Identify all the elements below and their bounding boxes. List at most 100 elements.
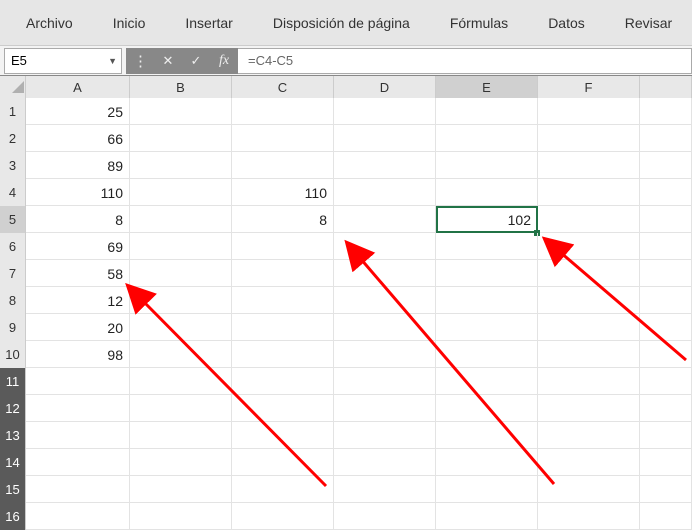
cell-B5[interactable] xyxy=(130,206,232,233)
cell-G13[interactable] xyxy=(640,422,692,449)
cell-D14[interactable] xyxy=(334,449,436,476)
cell-C11[interactable] xyxy=(232,368,334,395)
cell-C5[interactable]: 8 xyxy=(232,206,334,233)
cell-E14[interactable] xyxy=(436,449,538,476)
cell-B6[interactable] xyxy=(130,233,232,260)
cell-E12[interactable] xyxy=(436,395,538,422)
cell-C14[interactable] xyxy=(232,449,334,476)
row-header-10[interactable]: 10 xyxy=(0,341,26,368)
cell-G5[interactable] xyxy=(640,206,692,233)
cell-D1[interactable] xyxy=(334,98,436,125)
cell-C2[interactable] xyxy=(232,125,334,152)
tab-archivo[interactable]: Archivo xyxy=(8,9,91,37)
cell-E13[interactable] xyxy=(436,422,538,449)
cell-A6[interactable]: 69 xyxy=(26,233,130,260)
cell-B16[interactable] xyxy=(130,503,232,530)
cell-E11[interactable] xyxy=(436,368,538,395)
cell-A12[interactable] xyxy=(26,395,130,422)
cell-E2[interactable] xyxy=(436,125,538,152)
cell-A2[interactable]: 66 xyxy=(26,125,130,152)
cell-F8[interactable] xyxy=(538,287,640,314)
cell-B10[interactable] xyxy=(130,341,232,368)
cell-E10[interactable] xyxy=(436,341,538,368)
tab-revisar[interactable]: Revisar xyxy=(607,9,690,37)
cell-G6[interactable] xyxy=(640,233,692,260)
cell-F3[interactable] xyxy=(538,152,640,179)
tab-datos[interactable]: Datos xyxy=(530,9,603,37)
cell-C12[interactable] xyxy=(232,395,334,422)
cell-G9[interactable] xyxy=(640,314,692,341)
cell-E16[interactable] xyxy=(436,503,538,530)
cell-B15[interactable] xyxy=(130,476,232,503)
cell-C10[interactable] xyxy=(232,341,334,368)
row-header-13[interactable]: 13 xyxy=(0,422,26,449)
cell-G15[interactable] xyxy=(640,476,692,503)
cell-C4[interactable]: 110 xyxy=(232,179,334,206)
tab-inicio[interactable]: Inicio xyxy=(95,9,164,37)
col-header-F[interactable]: F xyxy=(538,76,640,98)
cell-A8[interactable]: 12 xyxy=(26,287,130,314)
cell-D16[interactable] xyxy=(334,503,436,530)
row-header-5[interactable]: 5 xyxy=(0,206,26,233)
row-header-4[interactable]: 4 xyxy=(0,179,26,206)
cell-F11[interactable] xyxy=(538,368,640,395)
row-header-11[interactable]: 11 xyxy=(0,368,26,395)
cell-E1[interactable] xyxy=(436,98,538,125)
row-header-6[interactable]: 6 xyxy=(0,233,26,260)
more-icon[interactable]: ⋮ xyxy=(126,48,154,74)
cell-A1[interactable]: 25 xyxy=(26,98,130,125)
cell-F12[interactable] xyxy=(538,395,640,422)
cell-D8[interactable] xyxy=(334,287,436,314)
cell-C13[interactable] xyxy=(232,422,334,449)
cell-F1[interactable] xyxy=(538,98,640,125)
cell-B14[interactable] xyxy=(130,449,232,476)
cell-G10[interactable] xyxy=(640,341,692,368)
cell-G4[interactable] xyxy=(640,179,692,206)
cell-D15[interactable] xyxy=(334,476,436,503)
cell-E8[interactable] xyxy=(436,287,538,314)
cell-C16[interactable] xyxy=(232,503,334,530)
tab-insertar[interactable]: Insertar xyxy=(167,9,250,37)
col-header-E[interactable]: E xyxy=(436,76,538,98)
cell-E15[interactable] xyxy=(436,476,538,503)
cell-C7[interactable] xyxy=(232,260,334,287)
cell-A5[interactable]: 8 xyxy=(26,206,130,233)
cell-A3[interactable]: 89 xyxy=(26,152,130,179)
cell-E6[interactable] xyxy=(436,233,538,260)
cell-D9[interactable] xyxy=(334,314,436,341)
col-header-extra[interactable] xyxy=(640,76,692,98)
col-header-B[interactable]: B xyxy=(130,76,232,98)
cell-E7[interactable] xyxy=(436,260,538,287)
cell-E3[interactable] xyxy=(436,152,538,179)
cell-B8[interactable] xyxy=(130,287,232,314)
cell-A9[interactable]: 20 xyxy=(26,314,130,341)
tab-disposicion[interactable]: Disposición de página xyxy=(255,9,428,37)
cell-B7[interactable] xyxy=(130,260,232,287)
cell-G8[interactable] xyxy=(640,287,692,314)
cell-A15[interactable] xyxy=(26,476,130,503)
cell-G14[interactable] xyxy=(640,449,692,476)
cell-D5[interactable] xyxy=(334,206,436,233)
row-header-16[interactable]: 16 xyxy=(0,503,26,530)
cell-G11[interactable] xyxy=(640,368,692,395)
name-box-dropdown-icon[interactable]: ▼ xyxy=(108,56,117,66)
cell-G7[interactable] xyxy=(640,260,692,287)
cell-C8[interactable] xyxy=(232,287,334,314)
cell-F7[interactable] xyxy=(538,260,640,287)
enter-icon[interactable]: ✓ xyxy=(182,48,210,74)
cell-C9[interactable] xyxy=(232,314,334,341)
cell-D13[interactable] xyxy=(334,422,436,449)
cell-F5[interactable] xyxy=(538,206,640,233)
cell-A16[interactable] xyxy=(26,503,130,530)
row-header-12[interactable]: 12 xyxy=(0,395,26,422)
cell-B11[interactable] xyxy=(130,368,232,395)
cell-B3[interactable] xyxy=(130,152,232,179)
cell-A10[interactable]: 98 xyxy=(26,341,130,368)
cell-B2[interactable] xyxy=(130,125,232,152)
row-header-1[interactable]: 1 xyxy=(0,98,26,125)
cell-A13[interactable] xyxy=(26,422,130,449)
cell-D6[interactable] xyxy=(334,233,436,260)
cancel-icon[interactable]: ✕ xyxy=(154,48,182,74)
cell-C3[interactable] xyxy=(232,152,334,179)
cell-D11[interactable] xyxy=(334,368,436,395)
